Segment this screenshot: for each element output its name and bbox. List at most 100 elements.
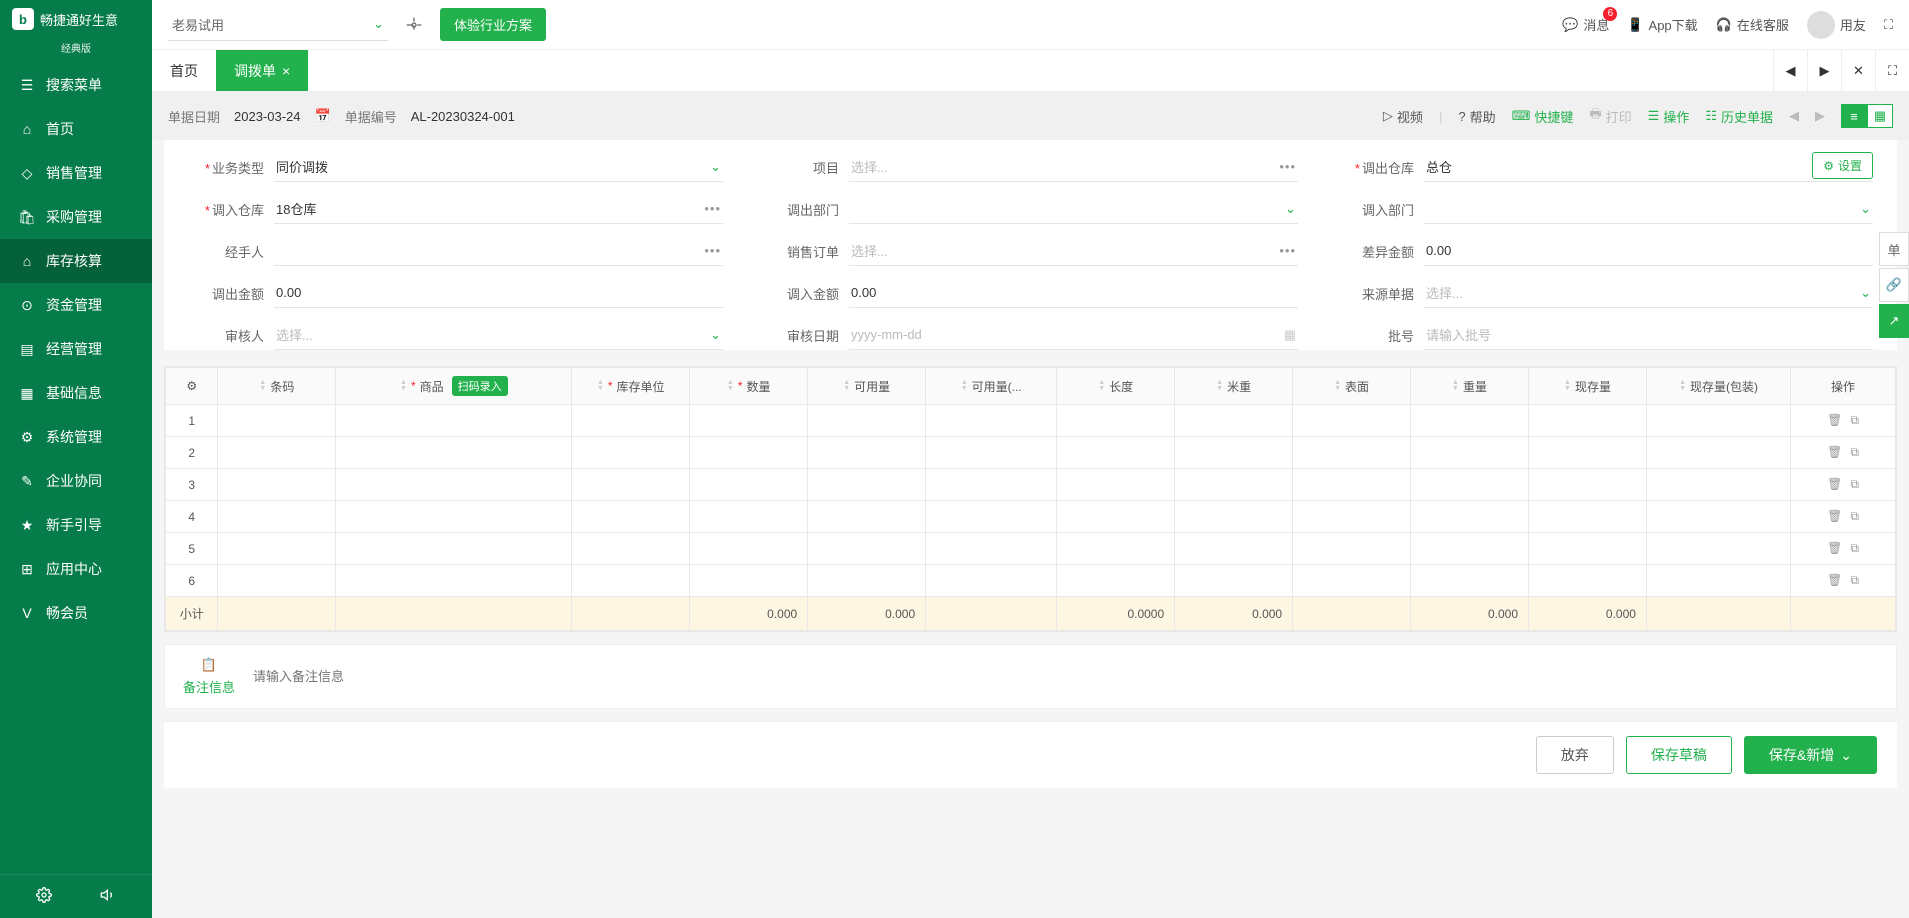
sidebar-item-11[interactable]: ⊞应用中心 [0, 547, 152, 591]
field-input-diff_amount[interactable]: 0.00 [1424, 236, 1873, 266]
video-button[interactable]: ▷ 视频 [1383, 107, 1423, 126]
shortcuts-button[interactable]: ⌨ 快捷键 [1512, 107, 1574, 126]
settings-gear-icon[interactable] [36, 887, 52, 906]
col-header-3[interactable]: ▲▼*数量 [690, 368, 808, 405]
history-button[interactable]: ☷ 历史单据 [1705, 107, 1773, 126]
side-doc-button[interactable]: 单 [1879, 232, 1909, 266]
field-input-source_doc[interactable]: 选择...⌄ [1424, 278, 1873, 308]
col-header-7[interactable]: ▲▼米重 [1175, 368, 1293, 405]
sidebar-item-9[interactable]: ✎企业协同 [0, 459, 152, 503]
tenant-select[interactable]: 老易试用 ⌄ [168, 9, 388, 41]
view-list-button[interactable]: ≡ [1841, 104, 1867, 128]
field-input-out_wh[interactable]: 总仓••• [1424, 152, 1873, 182]
field-input-in_dept[interactable]: ⌄ [1424, 194, 1873, 224]
doc-no-label: 单据编号 [345, 107, 397, 126]
tab-next-button[interactable]: ▶ [1807, 50, 1841, 92]
table-row[interactable]: 4🗑⧉ [166, 501, 1896, 533]
user-menu[interactable]: 用友 [1807, 11, 1866, 39]
copy-row-icon[interactable]: ⧉ [1850, 509, 1859, 524]
delete-row-icon[interactable]: 🗑 [1827, 477, 1842, 492]
col-header-11[interactable]: ▲▼现存量(包装) [1646, 368, 1790, 405]
col-header-1[interactable]: ▲▼*商品扫码录入 [336, 368, 572, 405]
form-settings-button[interactable]: ⚙ 设置 [1812, 152, 1873, 179]
delete-row-icon[interactable]: 🗑 [1827, 445, 1842, 460]
copy-row-icon[interactable]: ⧉ [1850, 477, 1859, 492]
tab-fullscreen-button[interactable]: ⛶ [1875, 50, 1909, 92]
support-button[interactable]: 🎧 在线客服 [1716, 15, 1789, 34]
doc-date-value[interactable]: 2023-03-24 [234, 109, 301, 124]
app-download-button[interactable]: 📱 App下载 [1627, 15, 1697, 34]
table-row[interactable]: 3🗑⧉ [166, 469, 1896, 501]
copy-row-icon[interactable]: ⧉ [1850, 413, 1859, 428]
delete-row-icon[interactable]: 🗑 [1827, 509, 1842, 524]
col-header-10[interactable]: ▲▼现存量 [1529, 368, 1647, 405]
delete-row-icon[interactable]: 🗑 [1827, 413, 1842, 428]
sidebar-item-2[interactable]: ◇销售管理 [0, 151, 152, 195]
field-input-in_wh[interactable]: 18仓库••• [274, 194, 723, 224]
messages-button[interactable]: 💬 消息 6 [1562, 15, 1609, 34]
sidebar-item-12[interactable]: V畅会员 [0, 591, 152, 635]
sidebar-item-5[interactable]: ⊙资金管理 [0, 283, 152, 327]
sidebar-item-0[interactable]: ☰搜索菜单 [0, 63, 152, 107]
close-icon[interactable]: × [282, 63, 290, 79]
field-label: 来源单据 [1338, 284, 1424, 303]
col-header-0[interactable]: ▲▼条码 [218, 368, 336, 405]
field-input-biz_type[interactable]: 同价调拨⌄ [274, 152, 723, 182]
tab-1[interactable]: 调拨单× [216, 50, 308, 91]
side-attach-button[interactable]: 🔗 [1879, 268, 1909, 302]
tab-close-all-button[interactable]: ✕ [1841, 50, 1875, 92]
sidebar-item-7[interactable]: ▦基础信息 [0, 371, 152, 415]
footer-actions: 放弃 保存草稿 保存&新增 ⌄ [164, 721, 1897, 788]
calendar-icon[interactable]: 📅 [315, 108, 331, 124]
col-header-8[interactable]: ▲▼表面 [1293, 368, 1411, 405]
save-new-button[interactable]: 保存&新增 ⌄ [1744, 736, 1877, 774]
field-input-out_amount[interactable]: 0.00 [274, 278, 723, 308]
copy-row-icon[interactable]: ⧉ [1850, 445, 1859, 460]
operate-button[interactable]: ☰ 操作 [1648, 107, 1690, 126]
experience-plan-button[interactable]: 体验行业方案 [440, 8, 546, 41]
side-expand-button[interactable]: ↗ [1879, 304, 1909, 338]
sidebar-item-3[interactable]: 🛍采购管理 [0, 195, 152, 239]
copy-row-icon[interactable]: ⧉ [1850, 541, 1859, 556]
discard-button[interactable]: 放弃 [1536, 736, 1614, 774]
table-row[interactable]: 1🗑⧉ [166, 405, 1896, 437]
help-button[interactable]: ? 帮助 [1458, 107, 1495, 126]
field-label: 调入部门 [1338, 200, 1424, 219]
field-input-audit_date[interactable]: yyyy-mm-dd▦ [849, 320, 1298, 350]
col-header-6[interactable]: ▲▼长度 [1057, 368, 1175, 405]
remarks-input[interactable] [253, 661, 1878, 692]
col-header-4[interactable]: ▲▼可用量 [808, 368, 926, 405]
field-input-sales_order[interactable]: 选择...••• [849, 236, 1298, 266]
tab-prev-button[interactable]: ◀ [1773, 50, 1807, 92]
save-draft-button[interactable]: 保存草稿 [1626, 736, 1732, 774]
field-input-in_amount[interactable]: 0.00 [849, 278, 1298, 308]
tab-0[interactable]: 首页 [152, 50, 216, 91]
delete-row-icon[interactable]: 🗑 [1827, 541, 1842, 556]
message-icon: 💬 [1562, 17, 1578, 33]
expand-icon[interactable]: ⛶ [1884, 17, 1893, 33]
sidebar-item-4[interactable]: ⌂库存核算 [0, 239, 152, 283]
sidebar-item-10[interactable]: ★新手引导 [0, 503, 152, 547]
table-row[interactable]: 6🗑⧉ [166, 565, 1896, 597]
col-header-2[interactable]: ▲▼*库存单位 [572, 368, 690, 405]
col-header-9[interactable]: ▲▼重量 [1411, 368, 1529, 405]
sidebar-item-8[interactable]: ⚙系统管理 [0, 415, 152, 459]
view-grid-button[interactable]: ▦ [1867, 104, 1893, 128]
field-input-project[interactable]: 选择...••• [849, 152, 1298, 182]
volume-icon[interactable] [100, 887, 116, 906]
tenant-settings-button[interactable] [400, 11, 428, 39]
field-input-handler[interactable]: ••• [274, 236, 723, 266]
table-row[interactable]: 2🗑⧉ [166, 437, 1896, 469]
field-input-batch_no[interactable]: 请输入批号 [1424, 320, 1873, 350]
field-input-auditor[interactable]: 选择...⌄ [274, 320, 723, 350]
table-row[interactable]: 5🗑⧉ [166, 533, 1896, 565]
sidebar-item-1[interactable]: ⌂首页 [0, 107, 152, 151]
field-input-out_dept[interactable]: ⌄ [849, 194, 1298, 224]
sidebar-item-6[interactable]: ▤经营管理 [0, 327, 152, 371]
scan-entry-tag[interactable]: 扫码录入 [452, 376, 508, 396]
col-header-5[interactable]: ▲▼可用量(... [926, 368, 1057, 405]
delete-row-icon[interactable]: 🗑 [1827, 573, 1842, 588]
copy-row-icon[interactable]: ⧉ [1850, 573, 1859, 588]
col-header-12[interactable]: 操作 [1791, 368, 1896, 405]
gear-icon[interactable]: ⚙ [186, 379, 197, 393]
